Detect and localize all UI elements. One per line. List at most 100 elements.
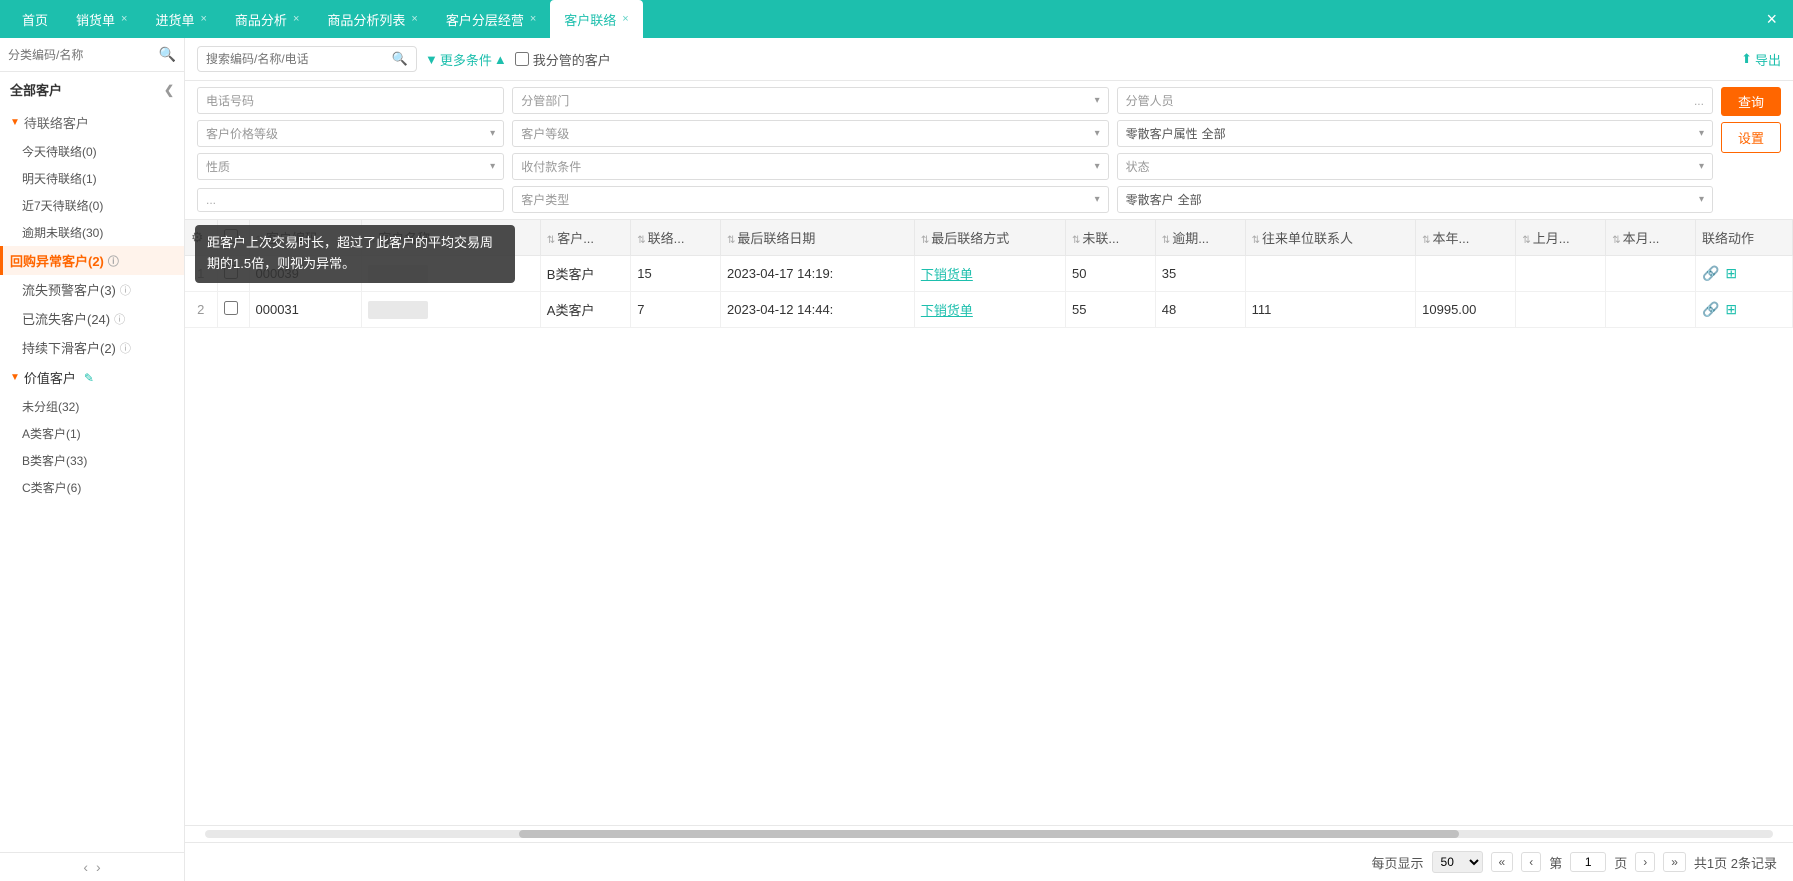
sort-date-icon: ⇅ [727, 235, 735, 246]
page-input[interactable] [1570, 852, 1606, 872]
advanced-filter-panel: 电话号码 分管部门 ▾ 分管人员 ... [185, 81, 1793, 220]
value-customer-edit-icon[interactable]: ✎ [84, 371, 94, 385]
sidebar-search-input[interactable] [8, 48, 155, 62]
row-2-link-icon[interactable]: 🔗 [1702, 301, 1719, 318]
th-type[interactable]: ⇅客户... [540, 220, 630, 256]
row-2-checkbox [217, 292, 249, 328]
filter-dots-field[interactable]: ... [197, 188, 504, 212]
search-input[interactable] [206, 52, 388, 66]
nav-customer-layered[interactable]: 客户分层经营 × [432, 0, 550, 38]
nav-product-analysis[interactable]: 商品分析 × [221, 0, 313, 38]
nav-purchase-order-close[interactable]: × [200, 13, 206, 25]
th-this-year[interactable]: ⇅本年... [1416, 220, 1516, 256]
th-contacts[interactable]: ⇅联络... [631, 220, 721, 256]
nav-customer-contact-close[interactable]: × [622, 13, 628, 25]
th-uncontacted[interactable]: ⇅未联... [1066, 220, 1156, 256]
filter-scattered-attr[interactable]: 零散客户属性 全部 ▾ [1117, 120, 1713, 147]
sidebar-item-class-a[interactable]: A类客户(1) [0, 420, 184, 447]
my-customers-checkbox[interactable] [515, 52, 529, 66]
row-1-this-month [1606, 256, 1696, 292]
row-1-qrcode-icon[interactable]: ⊞ [1725, 265, 1737, 282]
filter-customer-type[interactable]: 客户类型 ▾ [512, 186, 1108, 213]
sidebar-scroll-right-icon[interactable]: › [94, 857, 103, 877]
sidebar-item-churn-warning[interactable]: 流失预警客户(3) ⓘ [0, 275, 184, 304]
sidebar-item-rebuy-abnormal[interactable]: 回购异常客户(2) ⓘ [0, 246, 184, 275]
nav-sales-order[interactable]: 销货单 × [62, 0, 141, 38]
horizontal-scrollbar-thumb[interactable] [519, 830, 1460, 838]
filter-bar: 🔍 ▼ 更多条件 ▲ 我分管的客户 ⬆ 导出 [185, 38, 1793, 81]
content-area: 距客户上次交易时长，超过了此客户的平均交易周期的1.5倍，则视为异常。 🔍 ▼ … [185, 38, 1793, 881]
window-close-button[interactable]: × [1758, 9, 1785, 30]
status-arrow-icon: ▾ [1699, 161, 1704, 172]
row-1-method-link[interactable]: 下销货单 [921, 267, 973, 282]
last-page-button[interactable]: » [1663, 852, 1686, 872]
th-last-contact-method[interactable]: ⇅最后联络方式 [914, 220, 1065, 256]
query-button[interactable]: 查询 [1721, 87, 1781, 116]
tooltip-rebuy-explanation: 距客户上次交易时长，超过了此客户的平均交易周期的1.5倍，则视为异常。 [195, 225, 515, 283]
filter-row-3: 性质 ▾ 收付款条件 ▾ 状态 ▾ [197, 153, 1713, 180]
sidebar-item-class-b[interactable]: B类客户(33) [0, 447, 184, 474]
row-1-last-date: 2023-04-17 14:19: [721, 256, 915, 292]
first-page-button[interactable]: « [1491, 852, 1514, 872]
nav-product-analysis-list[interactable]: 商品分析列表 × [313, 0, 431, 38]
sidebar-item-today[interactable]: 今天待联络(0) [0, 138, 184, 165]
filter-payment-terms[interactable]: 收付款条件 ▾ [512, 153, 1108, 180]
settings-button[interactable]: 设置 [1721, 122, 1781, 153]
nav-product-analysis-close[interactable]: × [293, 13, 299, 25]
row-2-last-date: 2023-04-12 14:44: [721, 292, 915, 328]
sort-year-icon: ⇅ [1422, 235, 1430, 246]
filter-row-1: 电话号码 分管部门 ▾ 分管人员 ... [197, 87, 1713, 114]
filter-fields-col: 电话号码 分管部门 ▾ 分管人员 ... [197, 87, 1713, 213]
filter-nature[interactable]: 性质 ▾ [197, 153, 504, 180]
sidebar-item-unclassified[interactable]: 未分组(32) [0, 393, 184, 420]
nav-product-analysis-list-close[interactable]: × [411, 13, 417, 25]
sidebar-item-overdue[interactable]: 逾期未联络(30) [0, 219, 184, 246]
row-2-method-link[interactable]: 下销货单 [921, 303, 973, 318]
pagination-bar: 每页显示 50 20 100 « ‹ 第 页 › » 共1页 2条记录 [185, 842, 1793, 881]
th-last-contact-date[interactable]: ⇅最后联络日期 [721, 220, 915, 256]
th-this-month[interactable]: ⇅本月... [1606, 220, 1696, 256]
filter-manager[interactable]: 分管人员 ... [1117, 87, 1713, 114]
export-button[interactable]: ⬆ 导出 [1741, 50, 1781, 69]
filter-phone[interactable]: 电话号码 [197, 87, 504, 114]
row-2-select-checkbox[interactable] [224, 301, 238, 315]
th-contact-person[interactable]: ⇅往来单位联系人 [1245, 220, 1416, 256]
prev-page-button[interactable]: ‹ [1521, 852, 1541, 872]
filter-price-grade[interactable]: 客户价格等级 ▾ [197, 120, 504, 147]
nav-purchase-order[interactable]: 进货单 × [141, 0, 220, 38]
customer-type-arrow-icon: ▾ [1095, 194, 1100, 205]
sidebar-item-7days[interactable]: 近7天待联络(0) [0, 192, 184, 219]
sidebar-scroll-left-icon[interactable]: ‹ [81, 857, 90, 877]
nav-home[interactable]: 首页 [8, 0, 62, 38]
sort-overdue-icon: ⇅ [1162, 235, 1170, 246]
nav-customer-layered-close[interactable]: × [530, 13, 536, 25]
customer-table-container: ⚙ ⇅客户编码 ⇅客户名称 ⇅客户... ⇅联络... ⇅最后联络日期 ⇅最后联… [185, 220, 1793, 825]
nav-sales-order-close[interactable]: × [121, 13, 127, 25]
rebuy-abnormal-label: 回购异常客户(2) [10, 251, 104, 270]
per-page-select[interactable]: 50 20 100 [1432, 851, 1483, 873]
filter-status[interactable]: 状态 ▾ [1117, 153, 1713, 180]
nav-customer-contact[interactable]: 客户联络 × [550, 0, 642, 38]
filter-customer-grade[interactable]: 客户等级 ▾ [512, 120, 1108, 147]
row-2-qrcode-icon[interactable]: ⊞ [1725, 301, 1737, 318]
sidebar-group-pending-contact[interactable]: ▼ 待联络客户 [0, 107, 184, 138]
sidebar-group-value-customer[interactable]: ▼ 价值客户 ✎ [0, 362, 184, 393]
filter-scattered-customer[interactable]: 零散客户 全部 ▾ [1117, 186, 1713, 213]
th-last-month[interactable]: ⇅上月... [1516, 220, 1606, 256]
sidebar-item-declining[interactable]: 持续下滑客户(2) ⓘ [0, 333, 184, 362]
th-overdue[interactable]: ⇅逾期... [1155, 220, 1245, 256]
per-page-label: 每页显示 [1372, 853, 1424, 872]
horizontal-scrollbar[interactable] [205, 830, 1773, 838]
filter-dept[interactable]: 分管部门 ▾ [512, 87, 1108, 114]
scattered-customer-arrow-icon: ▾ [1699, 194, 1704, 205]
churned-info-icon: ⓘ [114, 311, 125, 327]
search-icon[interactable]: 🔍 [392, 51, 408, 67]
more-conditions-button[interactable]: ▼ 更多条件 ▲ [425, 50, 507, 69]
next-page-button[interactable]: › [1635, 852, 1655, 872]
row-1-link-icon[interactable]: 🔗 [1702, 265, 1719, 282]
sidebar-item-class-c[interactable]: C类客户(6) [0, 474, 184, 501]
sidebar-search-icon[interactable]: 🔍 [159, 46, 176, 63]
sidebar-item-tomorrow[interactable]: 明天待联络(1) [0, 165, 184, 192]
sidebar-item-churned[interactable]: 已流失客户(24) ⓘ [0, 304, 184, 333]
sidebar-all-customers[interactable]: 全部客户 ❮ [0, 72, 184, 107]
